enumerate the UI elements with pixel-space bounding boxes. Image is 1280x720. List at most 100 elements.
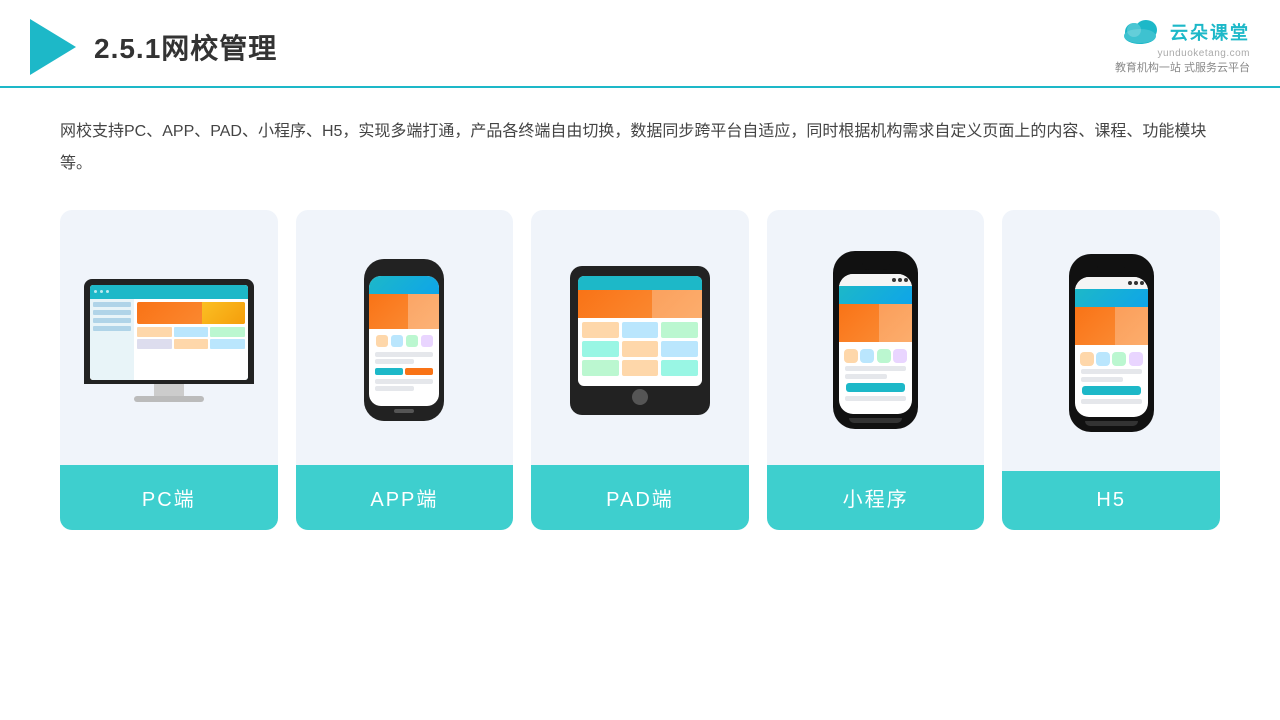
pad-label: PAD端 (531, 465, 749, 530)
h5-status-2 (1134, 281, 1138, 285)
app-icon-row (372, 332, 436, 350)
brand-logo: 云朵课堂 yunduoketang.com 教育机构一站 式服务云平台 (1115, 18, 1250, 76)
h5-notch (1097, 266, 1125, 273)
app-phone-outer (364, 259, 444, 421)
pc-screen-inner (90, 285, 248, 380)
h5-content (1075, 345, 1148, 411)
app-btn-1 (375, 368, 403, 375)
h5-phone-screen (1075, 277, 1148, 417)
miniprogram-label: 小程序 (767, 465, 985, 530)
pad-card-2 (622, 322, 659, 338)
pad-tablet-mockup (570, 266, 710, 415)
h5-banner (1075, 307, 1148, 345)
pc-card-4 (137, 339, 172, 349)
app-screen-content (369, 329, 439, 396)
h5-line-3 (1081, 399, 1142, 404)
pc-banner (137, 302, 245, 324)
pc-card-3 (210, 327, 245, 337)
h5-icon-1 (1080, 352, 1094, 366)
pc-top-bar (90, 285, 248, 299)
app-line-2 (375, 359, 413, 364)
app-icon-4 (421, 335, 433, 347)
mini-icon-1 (844, 349, 858, 363)
h5-icon-3 (1112, 352, 1126, 366)
pc-sidebar-item-2 (93, 310, 131, 315)
pad-row-1 (582, 322, 698, 338)
mini-line-1 (845, 366, 906, 371)
pc-row-1 (137, 327, 245, 337)
pad-tablet-outer (570, 266, 710, 415)
app-screen-top (369, 276, 439, 294)
h5-line-1 (1081, 369, 1142, 374)
pc-dot-2 (100, 290, 103, 293)
h5-phone-outer (1069, 254, 1154, 432)
brand-url: yunduoketang.com (1157, 48, 1250, 59)
mini-status-bar (839, 274, 912, 286)
mini-content (839, 342, 912, 408)
pc-content-area (90, 299, 248, 380)
pad-card-8 (622, 360, 659, 376)
pc-dot-1 (94, 290, 97, 293)
pc-dot-3 (106, 290, 109, 293)
pc-card: PC端 (60, 210, 278, 530)
description-text: 网校支持PC、APP、PAD、小程序、H5，实现多端打通，产品各终端自由切换，数… (60, 116, 1220, 180)
pad-tablet-screen (578, 276, 702, 386)
app-line-1 (375, 352, 433, 357)
mini-top-bar (839, 286, 912, 304)
app-screen-banner (369, 294, 439, 329)
brand-name: 云朵课堂 (1170, 19, 1250, 45)
pc-card-1 (137, 327, 172, 337)
header-right: 云朵课堂 yunduoketang.com 教育机构一站 式服务云平台 (1115, 18, 1250, 76)
h5-phone-mockup (1069, 254, 1154, 432)
app-card: APP端 (296, 210, 514, 530)
pad-card-4 (582, 341, 619, 357)
mini-status-2 (898, 278, 902, 282)
h5-image-area (1002, 210, 1220, 471)
h5-icon-4 (1129, 352, 1143, 366)
h5-icon-row (1079, 352, 1144, 366)
pc-sidebar-item-4 (93, 326, 131, 331)
app-btn-2 (405, 368, 433, 375)
mini-icon-4 (893, 349, 907, 363)
app-icon-2 (391, 335, 403, 347)
pc-label: PC端 (60, 465, 278, 530)
pad-row-3 (582, 360, 698, 376)
mini-btn (846, 383, 905, 392)
app-phone-screen (369, 276, 439, 406)
mini-icon-row (843, 349, 908, 363)
mini-banner (839, 304, 912, 342)
app-phone-mockup (364, 259, 444, 421)
mini-notch-area (839, 263, 912, 270)
header-left: 2.5.1网校管理 (30, 19, 277, 75)
pad-content (578, 318, 702, 383)
app-phone-notch (392, 267, 417, 273)
pc-main (134, 299, 248, 380)
h5-status-1 (1128, 281, 1132, 285)
h5-line-2 (1081, 377, 1123, 382)
pc-row-2 (137, 339, 245, 349)
app-line-3 (375, 379, 433, 384)
main-content: 网校支持PC、APP、PAD、小程序、H5，实现多端打通，产品各终端自由切换，数… (0, 88, 1280, 550)
pc-mockup (84, 279, 254, 402)
pc-screen-content (90, 285, 248, 380)
brand-tagline: 教育机构一站 式服务云平台 (1115, 61, 1250, 76)
mini-line-2 (845, 374, 887, 379)
h5-notch-area (1075, 266, 1148, 273)
h5-top-bar (1075, 289, 1148, 307)
app-btn-row (372, 366, 436, 377)
pc-screen-outer (84, 279, 254, 384)
h5-label: H5 (1002, 471, 1220, 530)
pc-stand (154, 384, 184, 396)
mini-phone-outer (833, 251, 918, 429)
h5-status-bar (1075, 277, 1148, 289)
pc-card-5 (174, 339, 209, 349)
mini-status-1 (892, 278, 896, 282)
app-image-area (296, 210, 514, 465)
pad-card-3 (661, 322, 698, 338)
mini-status-3 (904, 278, 908, 282)
pad-card-9 (661, 360, 698, 376)
pad-card-1 (582, 322, 619, 338)
brand-logo-top: 云朵课堂 (1120, 18, 1250, 46)
miniprogram-card: 小程序 (767, 210, 985, 530)
pc-sidebar-item-1 (93, 302, 131, 307)
